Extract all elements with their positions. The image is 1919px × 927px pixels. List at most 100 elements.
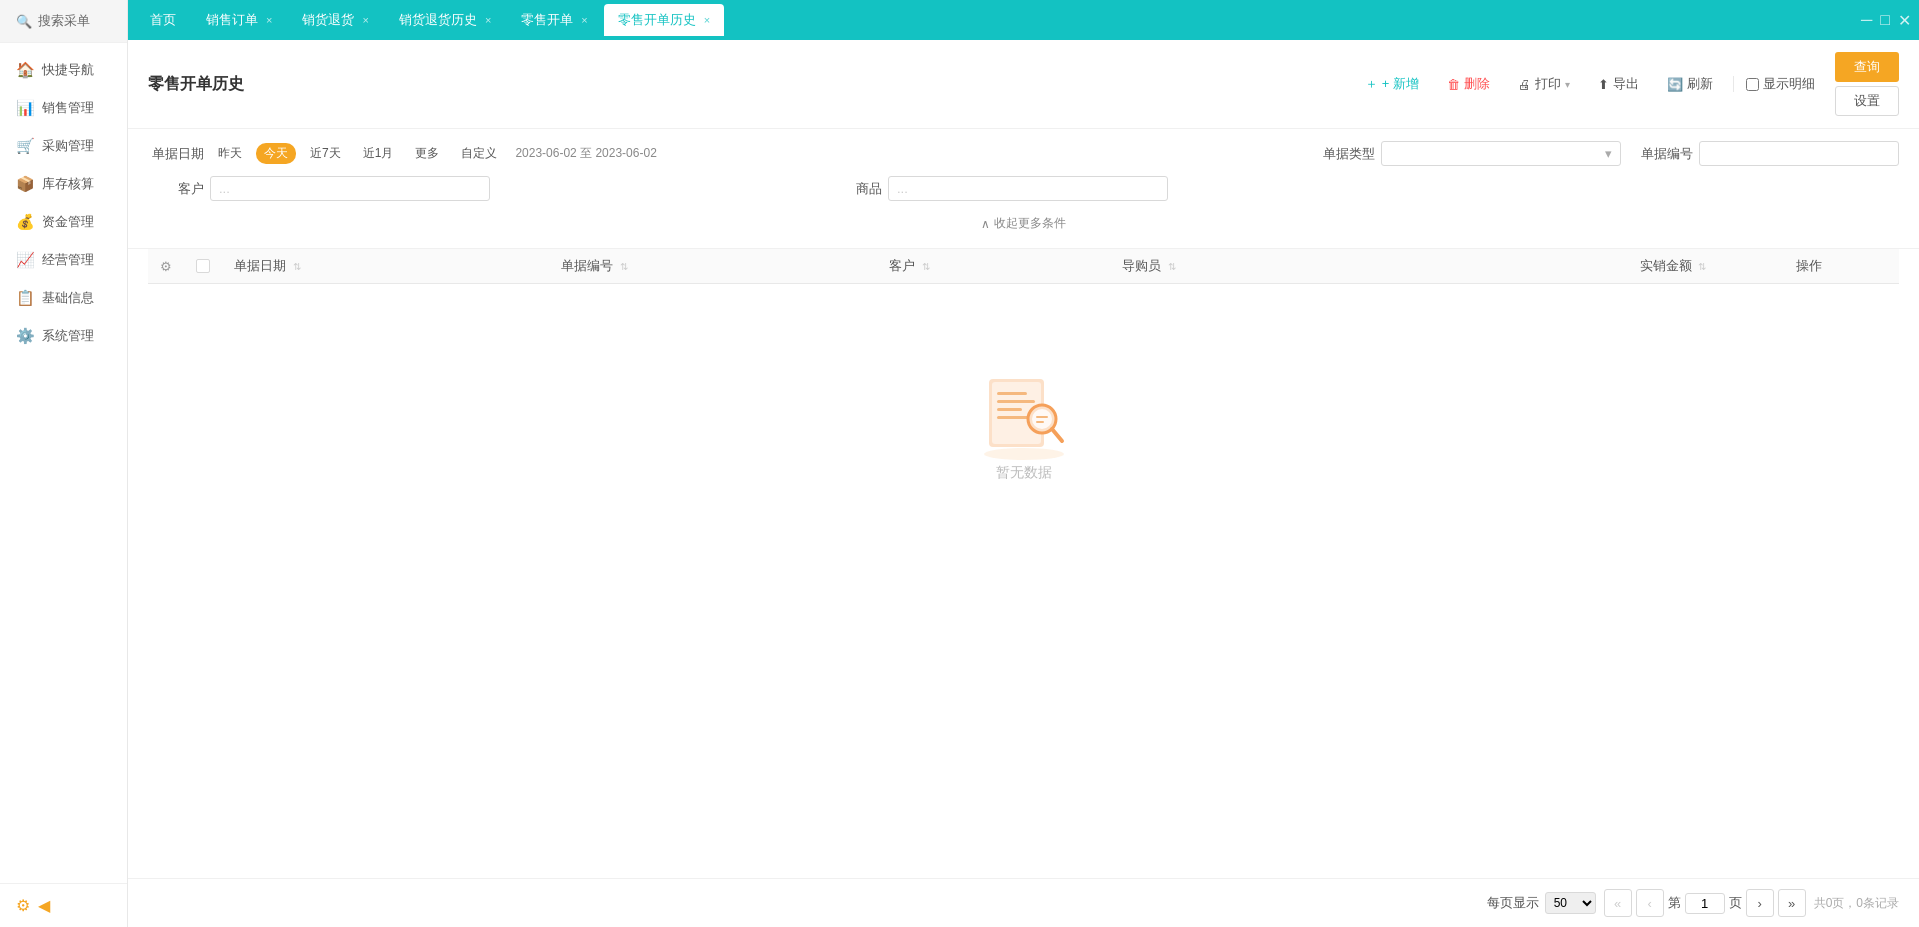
th-settings: ⚙ <box>148 249 184 284</box>
tab-close-retail-open[interactable]: × <box>581 14 587 26</box>
sidebar-item-sales-mgmt[interactable]: 📊销售管理 <box>0 89 127 127</box>
sidebar-icon-sales-mgmt: 📊 <box>16 99 34 117</box>
sort-customer-icon[interactable]: ⇅ <box>922 261 930 272</box>
date-shortcut-more[interactable]: 更多 <box>407 143 447 164</box>
export-button[interactable]: ⬆ 导出 <box>1590 71 1647 97</box>
empty-illustration <box>964 364 1084 464</box>
sidebar-item-purchase-mgmt[interactable]: 🛒采购管理 <box>0 127 127 165</box>
sidebar: 🔍 搜索采单 🏠快捷导航📊销售管理🛒采购管理📦库存核算💰资金管理📈经营管理📋基础… <box>0 0 128 927</box>
tab-close-sales-order[interactable]: × <box>266 14 272 26</box>
number-input[interactable] <box>1699 141 1899 166</box>
sidebar-label-quick-nav: 快捷导航 <box>42 61 94 79</box>
delete-button[interactable]: 🗑 删除 <box>1439 71 1498 97</box>
svg-rect-10 <box>1036 416 1048 418</box>
sort-amount-icon[interactable]: ⇅ <box>1698 261 1706 272</box>
tab-sales-return[interactable]: 销货退货× <box>288 4 382 36</box>
refresh-icon: 🔄 <box>1667 77 1683 92</box>
per-page-label: 每页显示 <box>1487 894 1539 912</box>
date-shortcut-yesterday[interactable]: 昨天 <box>210 143 250 164</box>
display-checkbox[interactable] <box>1746 78 1759 91</box>
tab-label-sales-order: 销售订单 <box>206 11 258 29</box>
goods-select[interactable]: ... <box>888 176 1168 201</box>
main-area: 首页销售订单×销货退货×销货退货历史×零售开单×零售开单历史× ─ □ ✕ 零售… <box>128 0 1919 927</box>
sidebar-label-system: 系统管理 <box>42 327 94 345</box>
data-table: ⚙ 单据日期 ⇅ 单据编号 ⇅ <box>148 249 1899 562</box>
customer-select[interactable]: ... <box>210 176 490 201</box>
type-select[interactable]: ▾ <box>1381 141 1621 166</box>
sidebar-icon-purchase-mgmt: 🛒 <box>16 137 34 155</box>
select-all-checkbox[interactable] <box>196 259 210 273</box>
sidebar-item-system[interactable]: ⚙️系统管理 <box>0 317 127 355</box>
th-amount: 实销金额 ⇅ <box>1391 249 1718 284</box>
sidebar-search[interactable]: 🔍 搜索采单 <box>0 0 127 43</box>
date-shortcut-last1m[interactable]: 近1月 <box>355 143 402 164</box>
svg-point-8 <box>1032 409 1052 429</box>
per-page: 每页显示 102050100 <box>1487 892 1596 914</box>
close-button[interactable]: ✕ <box>1898 11 1911 30</box>
print-button[interactable]: 🖨 打印 ▾ <box>1510 71 1578 97</box>
svg-rect-6 <box>997 416 1030 419</box>
column-settings-icon[interactable]: ⚙ <box>160 259 172 274</box>
th-date: 单据日期 ⇅ <box>222 249 549 284</box>
sidebar-menu: 🏠快捷导航📊销售管理🛒采购管理📦库存核算💰资金管理📈经营管理📋基础信息⚙️系统管… <box>0 43 127 883</box>
tab-close-sales-return[interactable]: × <box>362 14 368 26</box>
table-header: ⚙ 单据日期 ⇅ 单据编号 ⇅ <box>148 249 1899 284</box>
tab-sales-return-history[interactable]: 销货退货历史× <box>385 4 505 36</box>
tab-bar: 首页销售订单×销货退货×销货退货历史×零售开单×零售开单历史× ─ □ ✕ <box>128 0 1919 40</box>
sidebar-icon-inventory: 📦 <box>16 175 34 193</box>
next-page-button[interactable]: › <box>1746 889 1774 917</box>
date-shortcut-custom[interactable]: 自定义 <box>453 143 505 164</box>
type-chevron-icon: ▾ <box>1605 146 1612 161</box>
th-checkbox <box>184 249 222 284</box>
tab-home[interactable]: 首页 <box>136 4 190 36</box>
refresh-button[interactable]: 🔄 刷新 <box>1659 71 1721 97</box>
add-icon: ＋ <box>1365 75 1378 93</box>
minimize-button[interactable]: ─ <box>1861 11 1872 29</box>
print-icon: 🖨 <box>1518 77 1531 92</box>
page-input[interactable] <box>1685 893 1725 914</box>
table-body: 暂无数据 <box>148 284 1899 563</box>
tab-close-sales-return-history[interactable]: × <box>485 14 491 26</box>
tab-retail-open-history[interactable]: 零售开单历史 × <box>604 4 724 36</box>
sidebar-icon-finance: 💰 <box>16 213 34 231</box>
th-salesperson: 导购员 ⇅ <box>1110 249 1390 284</box>
goods-select-value: ... <box>897 181 908 196</box>
sort-salesperson-icon[interactable]: ⇅ <box>1168 261 1176 272</box>
sidebar-item-operations[interactable]: 📈经营管理 <box>0 241 127 279</box>
sidebar-footer: ⚙ ◀ <box>0 883 127 927</box>
sidebar-item-quick-nav[interactable]: 🏠快捷导航 <box>0 51 127 89</box>
sort-number-icon[interactable]: ⇅ <box>620 261 628 272</box>
maximize-button[interactable]: □ <box>1880 11 1890 29</box>
collapse-button[interactable]: ∧ 收起更多条件 <box>981 215 1066 232</box>
customer-label: 客户 <box>148 180 204 198</box>
sidebar-item-inventory[interactable]: 📦库存核算 <box>0 165 127 203</box>
date-filter: 单据日期 昨天今天近7天近1月更多自定义 2023-06-02 至 2023-0… <box>148 143 657 164</box>
page-summary: 共0页，0条记录 <box>1814 895 1899 912</box>
header-row: ⚙ 单据日期 ⇅ 单据编号 ⇅ <box>148 249 1899 284</box>
toolbar: ＋ + 新增 🗑 删除 🖨 打印 ▾ ⬆ 导出 🔄 <box>1357 52 1899 116</box>
settings-icon[interactable]: ⚙ <box>16 896 30 915</box>
date-shortcut-today[interactable]: 今天 <box>256 143 296 164</box>
goods-label: 商品 <box>826 180 882 198</box>
last-page-button[interactable]: » <box>1778 889 1806 917</box>
query-button[interactable]: 查询 <box>1835 52 1899 82</box>
sidebar-item-basic-info[interactable]: 📋基础信息 <box>0 279 127 317</box>
first-page-button[interactable]: « <box>1604 889 1632 917</box>
prev-page-button[interactable]: ‹ <box>1636 889 1664 917</box>
date-shortcut-last7[interactable]: 近7天 <box>302 143 349 164</box>
add-button[interactable]: ＋ + 新增 <box>1357 71 1427 97</box>
filter-area: 单据日期 昨天今天近7天近1月更多自定义 2023-06-02 至 2023-0… <box>128 129 1919 249</box>
per-page-select[interactable]: 102050100 <box>1545 892 1596 914</box>
collapse-icon[interactable]: ◀ <box>38 896 50 915</box>
th-action: 操作 <box>1718 249 1899 284</box>
tab-retail-open[interactable]: 零售开单× <box>507 4 601 36</box>
display-toggle[interactable]: 显示明细 <box>1746 75 1815 93</box>
sidebar-search-label: 搜索采单 <box>38 12 90 30</box>
tab-label-retail-open-history: 零售开单历史 <box>618 11 696 29</box>
tab-close-retail-open-history[interactable]: × <box>704 14 710 26</box>
page-suffix: 页 <box>1729 894 1742 912</box>
sort-date-icon[interactable]: ⇅ <box>293 261 301 272</box>
sidebar-item-finance[interactable]: 💰资金管理 <box>0 203 127 241</box>
tab-sales-order[interactable]: 销售订单 × <box>192 4 286 36</box>
filter-settings-button[interactable]: 设置 <box>1835 86 1899 116</box>
